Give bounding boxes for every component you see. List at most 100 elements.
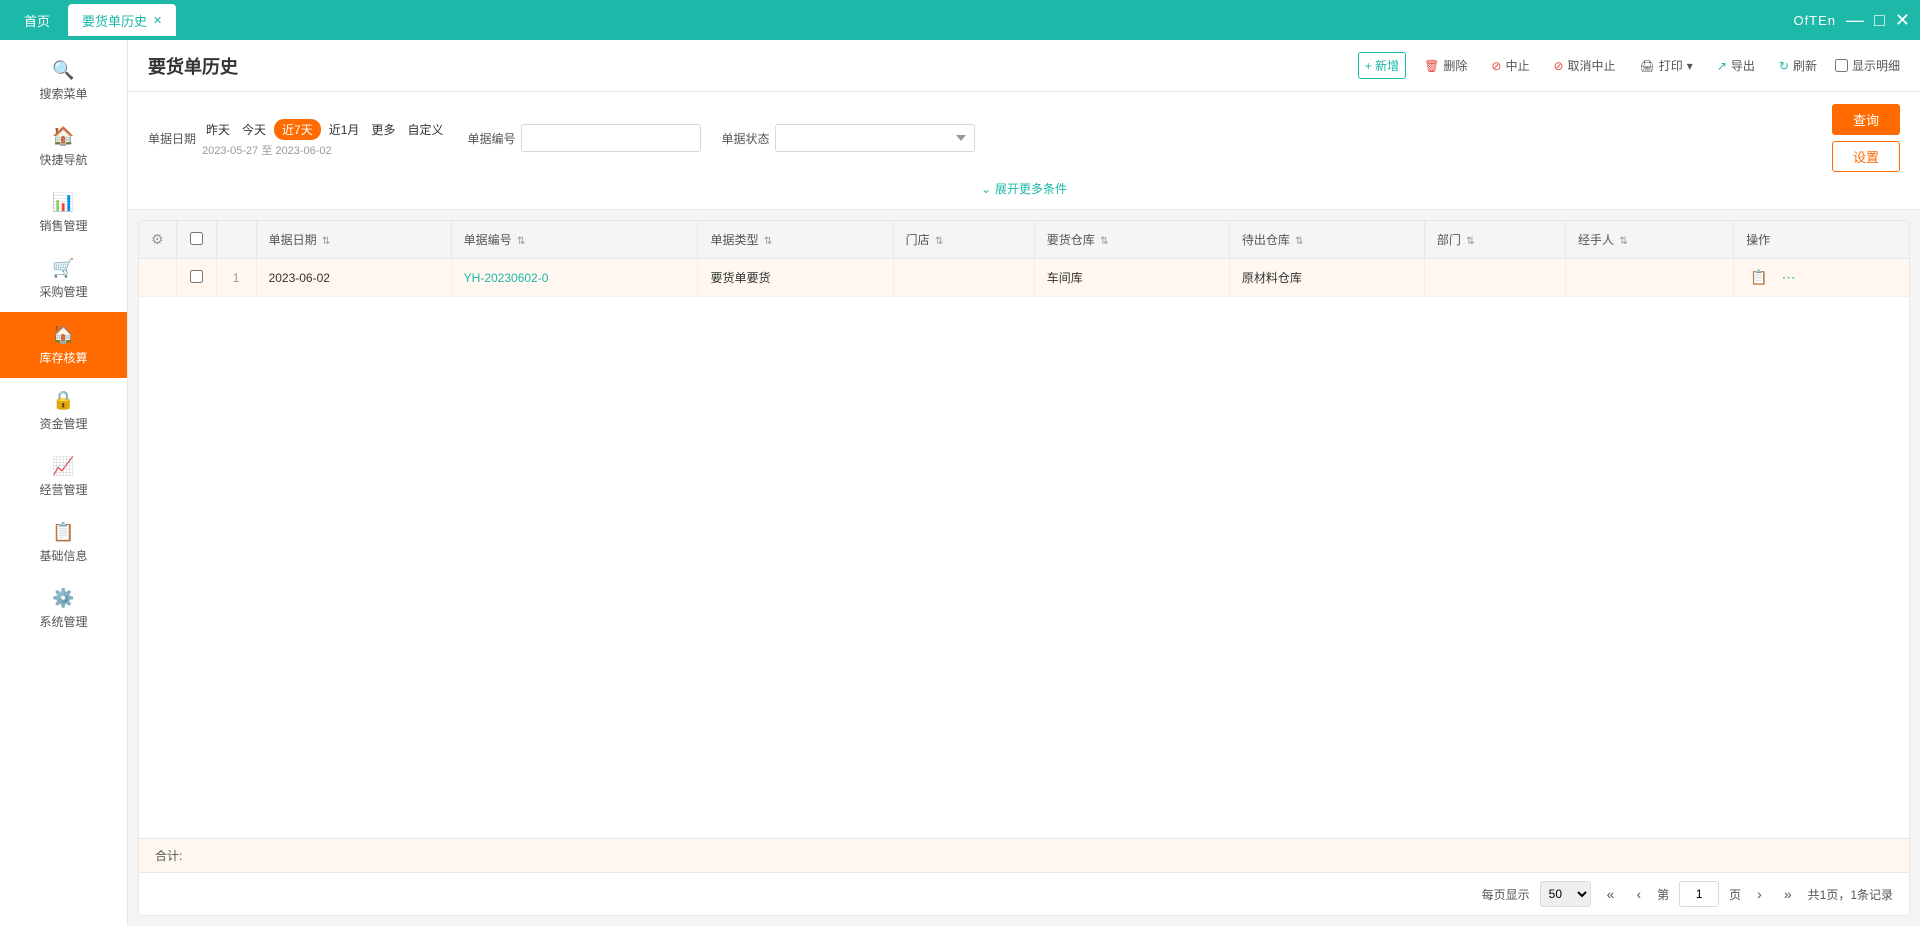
show-detail-checkbox[interactable] — [1835, 59, 1848, 72]
next-page-button[interactable]: › — [1751, 884, 1768, 904]
basic-info-icon: 📋 — [52, 522, 74, 543]
row-doc-date: 2023-06-02 — [269, 271, 330, 285]
col-checkbox — [176, 221, 216, 259]
show-detail-label: 显示明细 — [1852, 57, 1900, 74]
table-row: 1 2023-06-02 YH-20230602-0 要货单要货 — [139, 259, 1909, 297]
date-today[interactable]: 今天 — [238, 120, 270, 139]
row-ops-container: 📋 ⋯ — [1746, 267, 1897, 288]
date-yesterday[interactable]: 昨天 — [202, 120, 234, 139]
row-pending-warehouse: 原材料仓库 — [1242, 271, 1302, 285]
purchase-mgmt-icon: 🛒 — [52, 258, 74, 279]
col-department[interactable]: 部门 ⇅ — [1424, 221, 1565, 259]
per-page-select[interactable]: 50 20 100 200 — [1540, 881, 1591, 907]
window-close-icon[interactable]: ✕ — [1895, 10, 1910, 31]
col-handler-label: 经手人 — [1578, 233, 1614, 247]
top-bar: 首页 要货单历史 ✕ OfTEn — □ ✕ — [0, 0, 1920, 40]
tab-requisition-history[interactable]: 要货单历史 ✕ — [68, 4, 176, 36]
sidebar-item-search-menu[interactable]: 🔍 搜索菜单 — [0, 48, 127, 114]
row-settings-cell — [139, 259, 176, 297]
row-doc-type-cell: 要货单要货 — [698, 259, 893, 297]
col-req-warehouse[interactable]: 要货仓库 ⇅ — [1034, 221, 1229, 259]
sidebar-item-inventory-calc-label: 库存核算 — [39, 349, 87, 366]
sidebar-item-funds-mgmt[interactable]: 🔒 资金管理 — [0, 378, 127, 444]
maximize-icon[interactable]: □ — [1874, 10, 1885, 31]
filter-status-item: 单据状态 — [721, 124, 975, 152]
refresh-button[interactable]: ↻ 刷新 — [1773, 53, 1823, 78]
column-settings-icon[interactable]: ⚙ — [151, 231, 164, 247]
col-pending-warehouse[interactable]: 待出仓库 ⇅ — [1229, 221, 1424, 259]
export-button[interactable]: ↗ 导出 — [1711, 53, 1761, 78]
print-dropdown-icon: ▾ — [1687, 59, 1693, 73]
add-button[interactable]: + 新增 — [1358, 52, 1406, 79]
delete-button[interactable]: 🗑 删除 — [1418, 53, 1473, 78]
first-page-button[interactable]: « — [1601, 884, 1621, 904]
filter-docno-item: 单据编号 — [467, 124, 701, 152]
date-last7days[interactable]: 近7天 — [274, 119, 321, 140]
row-handler-cell — [1566, 259, 1734, 297]
refresh-icon: ↻ — [1779, 59, 1789, 73]
close-tab-icon[interactable]: ✕ — [153, 14, 162, 27]
show-detail-checkbox-label[interactable]: 显示明细 — [1835, 57, 1900, 74]
col-doc-no-label: 单据编号 — [464, 233, 512, 247]
sidebar-item-quick-nav[interactable]: 🏠 快捷导航 — [0, 114, 127, 180]
doc-no-filter-label: 单据编号 — [467, 130, 515, 147]
date-range-display: 2023-05-27 至 2023-06-02 — [202, 142, 447, 158]
date-more[interactable]: 更多 — [367, 120, 399, 139]
row-doc-date-cell: 2023-06-02 — [256, 259, 451, 297]
tab-home[interactable]: 首页 — [10, 4, 64, 36]
row-view-button[interactable]: 📋 — [1746, 267, 1771, 288]
expand-more-btn[interactable]: ⌄ 展开更多条件 — [148, 180, 1900, 197]
row-checkbox[interactable] — [190, 270, 203, 283]
sidebar-item-purchase-mgmt[interactable]: 🛒 采购管理 — [0, 246, 127, 312]
brand-label: OfTEn — [1793, 13, 1836, 28]
col-department-label: 部门 — [1437, 233, 1461, 247]
sidebar-item-system-mgmt[interactable]: ⚙️ 系统管理 — [0, 576, 127, 642]
main-content: 要货单历史 + 新增 🗑 删除 ⊘ 中止 ⊘ 取消中止 🖨 — [128, 40, 1920, 926]
sidebar-item-sales-mgmt-label: 销售管理 — [39, 217, 87, 234]
prev-page-button[interactable]: ‹ — [1630, 884, 1647, 904]
col-ops-label: 操作 — [1746, 233, 1770, 247]
sidebar-item-operations-mgmt[interactable]: 📈 经营管理 — [0, 444, 127, 510]
select-all-checkbox[interactable] — [190, 232, 203, 245]
col-ops: 操作 — [1734, 221, 1909, 259]
stop-button[interactable]: ⊘ 中止 — [1485, 53, 1535, 78]
cancel-stop-icon: ⊘ — [1553, 59, 1563, 73]
last-page-button[interactable]: » — [1778, 884, 1798, 904]
funds-mgmt-icon: 🔒 — [52, 390, 74, 411]
query-button[interactable]: 查询 — [1832, 104, 1900, 135]
page-of-label: 页 — [1729, 886, 1741, 903]
col-num — [216, 221, 256, 259]
print-button[interactable]: 🖨 打印 ▾ — [1634, 53, 1699, 78]
row-doc-no-cell: YH-20230602-0 — [451, 259, 698, 297]
status-select[interactable] — [775, 124, 975, 152]
sort-doc-type-icon: ⇅ — [764, 236, 772, 247]
col-doc-date[interactable]: 单据日期 ⇅ — [256, 221, 451, 259]
sidebar-item-sales-mgmt[interactable]: 📊 销售管理 — [0, 180, 127, 246]
sidebar-item-quick-nav-label: 快捷导航 — [39, 151, 87, 168]
page-label: 第 — [1657, 886, 1669, 903]
sort-req-warehouse-icon: ⇅ — [1100, 236, 1108, 247]
date-custom[interactable]: 自定义 — [403, 120, 447, 139]
row-doc-no-link[interactable]: YH-20230602-0 — [464, 271, 549, 285]
col-store[interactable]: 门店 ⇅ — [893, 221, 1034, 259]
col-doc-type[interactable]: 单据类型 ⇅ — [698, 221, 893, 259]
sort-handler-icon: ⇅ — [1619, 236, 1627, 247]
minimize-icon[interactable]: — — [1846, 10, 1864, 31]
row-more-button[interactable]: ⋯ — [1778, 267, 1800, 288]
settings-button[interactable]: 设置 — [1832, 141, 1900, 172]
export-button-label: 导出 — [1731, 57, 1755, 74]
sort-store-icon: ⇅ — [935, 236, 943, 247]
date-last1month[interactable]: 近1月 — [325, 120, 364, 139]
operations-mgmt-icon: 📈 — [52, 456, 74, 477]
cancel-stop-button[interactable]: ⊘ 取消中止 — [1547, 53, 1621, 78]
filter-row: 单据日期 昨天 今天 近7天 近1月 更多 自定义 2023-05-27 至 2… — [148, 104, 1900, 172]
col-store-label: 门店 — [906, 233, 930, 247]
sidebar-item-inventory-calc[interactable]: 🏠 库存核算 — [0, 312, 127, 378]
sidebar-item-basic-info[interactable]: 📋 基础信息 — [0, 510, 127, 576]
doc-no-input[interactable] — [521, 124, 701, 152]
col-doc-no[interactable]: 单据编号 ⇅ — [451, 221, 698, 259]
col-handler[interactable]: 经手人 ⇅ — [1566, 221, 1734, 259]
page-input[interactable] — [1679, 881, 1719, 907]
top-bar-right: OfTEn — □ ✕ — [1793, 10, 1910, 31]
export-icon: ↗ — [1717, 59, 1727, 73]
